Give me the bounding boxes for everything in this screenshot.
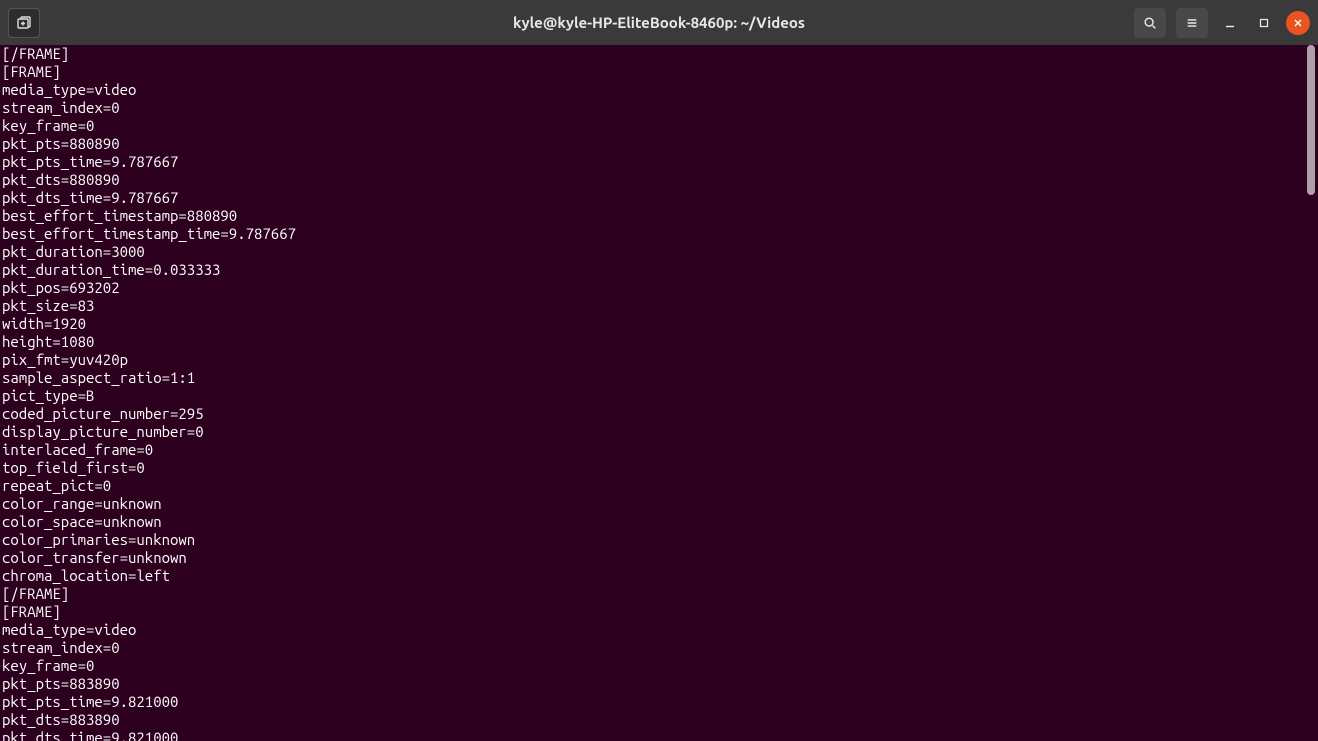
terminal-line: sample_aspect_ratio=1:1: [2, 369, 1316, 387]
terminal-line: [/FRAME]: [2, 585, 1316, 603]
terminal-line: key_frame=0: [2, 117, 1316, 135]
terminal-line: pkt_dts=883890: [2, 711, 1316, 729]
search-button[interactable]: [1134, 8, 1166, 38]
terminal-line: media_type=video: [2, 621, 1316, 639]
terminal-line: pkt_duration=3000: [2, 243, 1316, 261]
terminal-line: pkt_duration_time=0.033333: [2, 261, 1316, 279]
terminal-line: interlaced_frame=0: [2, 441, 1316, 459]
terminal-line: color_space=unknown: [2, 513, 1316, 531]
terminal-line: chroma_location=left: [2, 567, 1316, 585]
terminal-line: [FRAME]: [2, 603, 1316, 621]
window-title: kyle@kyle-HP-EliteBook-8460p: ~/Videos: [513, 14, 805, 31]
terminal-line: pict_type=B: [2, 387, 1316, 405]
terminal-line: repeat_pict=0: [2, 477, 1316, 495]
terminal-line: pkt_pts=880890: [2, 135, 1316, 153]
scrollbar-thumb[interactable]: [1307, 45, 1315, 195]
terminal-line: top_field_first=0: [2, 459, 1316, 477]
terminal-line: display_picture_number=0: [2, 423, 1316, 441]
maximize-button[interactable]: [1252, 11, 1276, 35]
terminal-line: best_effort_timestamp=880890: [2, 207, 1316, 225]
terminal-line: color_transfer=unknown: [2, 549, 1316, 567]
minimize-button[interactable]: [1218, 11, 1242, 35]
terminal-line: height=1080: [2, 333, 1316, 351]
terminal-line: stream_index=0: [2, 639, 1316, 657]
terminal-line: pkt_pos=693202: [2, 279, 1316, 297]
new-tab-button[interactable]: [8, 8, 40, 38]
terminal-line: pkt_pts_time=9.821000: [2, 693, 1316, 711]
terminal-line: coded_picture_number=295: [2, 405, 1316, 423]
header-controls: [1134, 8, 1310, 38]
terminal-line: pkt_pts=883890: [2, 675, 1316, 693]
terminal-line: pkt_dts_time=9.821000: [2, 729, 1316, 741]
terminal-line: [/FRAME]: [2, 45, 1316, 63]
titlebar: kyle@kyle-HP-EliteBook-8460p: ~/Videos: [0, 0, 1318, 45]
terminal-line: color_primaries=unknown: [2, 531, 1316, 549]
terminal-line: pkt_dts_time=9.787667: [2, 189, 1316, 207]
terminal-line: media_type=video: [2, 81, 1316, 99]
terminal-line: pkt_dts=880890: [2, 171, 1316, 189]
menu-button[interactable]: [1176, 8, 1208, 38]
terminal-output[interactable]: [/FRAME][FRAME]media_type=videostream_in…: [0, 45, 1318, 741]
close-button[interactable]: [1286, 11, 1310, 35]
terminal-line: [FRAME]: [2, 63, 1316, 81]
terminal-line: pkt_size=83: [2, 297, 1316, 315]
terminal-line: color_range=unknown: [2, 495, 1316, 513]
terminal-line: pix_fmt=yuv420p: [2, 351, 1316, 369]
terminal-line: width=1920: [2, 315, 1316, 333]
terminal-line: pkt_pts_time=9.787667: [2, 153, 1316, 171]
terminal-line: best_effort_timestamp_time=9.787667: [2, 225, 1316, 243]
terminal-line: stream_index=0: [2, 99, 1316, 117]
terminal-line: key_frame=0: [2, 657, 1316, 675]
